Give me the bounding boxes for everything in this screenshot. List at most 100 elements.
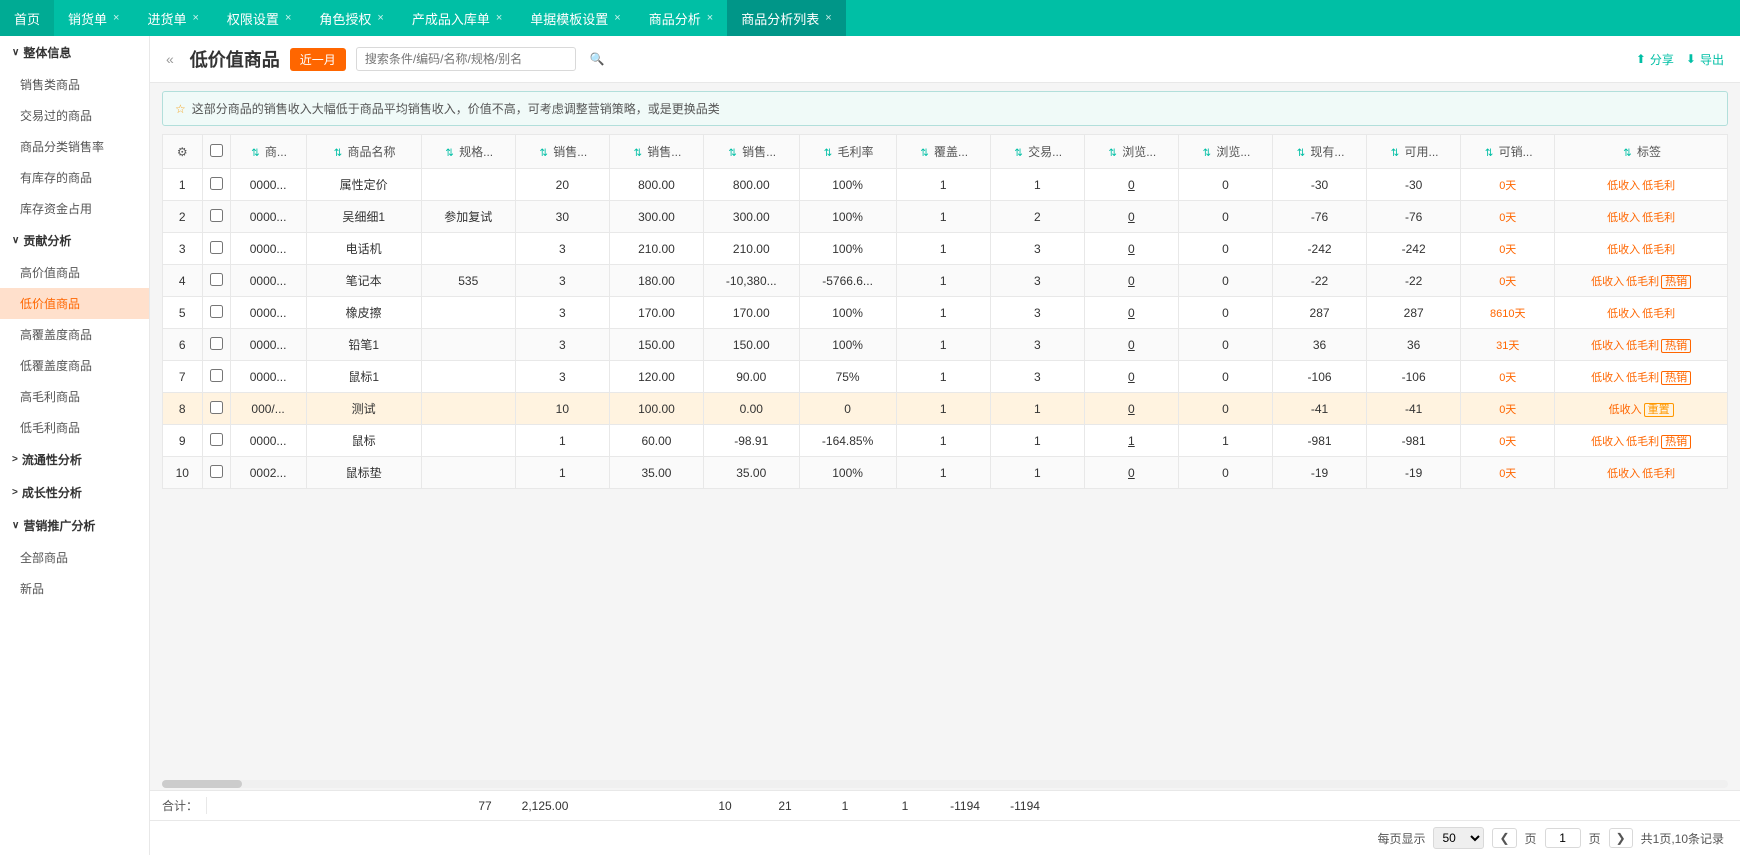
sidebar-item-交易过的商品[interactable]: 交易过的商品 xyxy=(0,100,149,131)
sidebar-item-低毛利商品[interactable]: 低毛利商品 xyxy=(0,412,149,443)
nav-item-商品分析列表[interactable]: 商品分析列表× xyxy=(727,0,845,36)
sort-icon[interactable]: ⇅ xyxy=(1485,148,1493,159)
nav-close-icon[interactable]: × xyxy=(377,12,383,24)
page-size-select[interactable]: 102050100 xyxy=(1433,827,1484,849)
sidebar-item-低覆盖度商品[interactable]: 低覆盖度商品 xyxy=(0,350,149,381)
row-checkbox[interactable] xyxy=(210,241,223,254)
sort-icon[interactable]: ⇅ xyxy=(920,148,928,159)
sidebar-item-高毛利商品[interactable]: 高毛利商品 xyxy=(0,381,149,412)
col-header-name[interactable]: ⇅ 商品名称 xyxy=(306,135,421,169)
sidebar-section-流通性分析[interactable]: >流通性分析 xyxy=(0,443,149,476)
sidebar-item-高价值商品[interactable]: 高价值商品 xyxy=(0,257,149,288)
sidebar-item-商品分类销售率[interactable]: 商品分类销售率 xyxy=(0,131,149,162)
sidebar-item-新品[interactable]: 新品 xyxy=(0,573,149,604)
col-header-view2[interactable]: ⇅ 浏览... xyxy=(1178,135,1272,169)
col-header-view1[interactable]: ⇅ 浏览... xyxy=(1084,135,1178,169)
row-checkbox[interactable] xyxy=(210,337,223,350)
nav-item-商品分析[interactable]: 商品分析× xyxy=(635,0,727,36)
col-header-tags[interactable]: ⇅ 标签 xyxy=(1555,135,1728,169)
nav-close-icon[interactable]: × xyxy=(614,12,620,24)
nav-close-icon[interactable]: × xyxy=(496,12,502,24)
row-checkbox[interactable] xyxy=(210,369,223,382)
nav-item-角色授权[interactable]: 角色授权× xyxy=(305,0,397,36)
row-checkbox[interactable] xyxy=(210,401,223,414)
scrollbar-thumb[interactable] xyxy=(162,780,242,788)
nav-item-权限设置[interactable]: 权限设置× xyxy=(213,0,305,36)
share-button[interactable]: ⬆ 分享 xyxy=(1636,51,1674,68)
col-header-qty[interactable]: ⇅ 销售... xyxy=(515,135,609,169)
col-header-spec[interactable]: ⇅ 规格... xyxy=(421,135,515,169)
nav-close-icon[interactable]: × xyxy=(707,12,713,24)
col-header-settings[interactable]: ⚙ xyxy=(163,135,203,169)
col-header-sellable[interactable]: ⇅ 可销... xyxy=(1461,135,1555,169)
sort-icon[interactable]: ⇅ xyxy=(251,148,259,159)
col-header-available[interactable]: ⇅ 可用... xyxy=(1367,135,1461,169)
sort-icon[interactable]: ⇅ xyxy=(1014,148,1022,159)
sidebar-section-贡献分析[interactable]: ∨贡献分析 xyxy=(0,224,149,257)
row-checkbox-cell[interactable] xyxy=(202,457,230,489)
col-header-sale_amount[interactable]: ⇅ 销售... xyxy=(609,135,703,169)
filter-button[interactable]: 近一月 xyxy=(290,48,346,71)
sort-icon[interactable]: ⇅ xyxy=(1109,148,1117,159)
col-header-stock[interactable]: ⇅ 现有... xyxy=(1273,135,1367,169)
col-header-checkbox[interactable] xyxy=(202,135,230,169)
row-checkbox-cell[interactable] xyxy=(202,233,230,265)
sort-icon[interactable]: ⇅ xyxy=(445,148,453,159)
row-checkbox-cell[interactable] xyxy=(202,361,230,393)
nav-item-销货单[interactable]: 销货单× xyxy=(54,0,133,36)
row-checkbox[interactable] xyxy=(210,305,223,318)
sort-icon[interactable]: ⇅ xyxy=(1297,148,1305,159)
nav-item-首页[interactable]: 首页 xyxy=(0,0,54,36)
sidebar-item-高覆盖度商品[interactable]: 高覆盖度商品 xyxy=(0,319,149,350)
settings-icon[interactable]: ⚙ xyxy=(177,145,188,159)
col-header-code[interactable]: ⇅ 商... xyxy=(230,135,306,169)
search-input[interactable] xyxy=(356,47,576,71)
sort-icon[interactable]: ⇅ xyxy=(1203,148,1211,159)
sidebar-section-营销推广分析[interactable]: ∨营销推广分析 xyxy=(0,509,149,542)
sidebar-section-成长性分析[interactable]: >成长性分析 xyxy=(0,476,149,509)
sidebar-item-库存资金占用[interactable]: 库存资金占用 xyxy=(0,193,149,224)
row-checkbox-cell[interactable] xyxy=(202,425,230,457)
nav-item-单据模板设置[interactable]: 单据模板设置× xyxy=(516,0,634,36)
nav-close-icon[interactable]: × xyxy=(825,12,831,24)
collapse-button[interactable]: « xyxy=(166,51,174,67)
row-checkbox[interactable] xyxy=(210,273,223,286)
row-checkbox[interactable] xyxy=(210,209,223,222)
row-checkbox[interactable] xyxy=(210,465,223,478)
sidebar-item-有库存的商品[interactable]: 有库存的商品 xyxy=(0,162,149,193)
next-page-button[interactable]: ❯ xyxy=(1609,828,1633,848)
scrollbar-track[interactable] xyxy=(162,780,1728,788)
row-checkbox-cell[interactable] xyxy=(202,169,230,201)
export-button[interactable]: ⬇ 导出 xyxy=(1686,51,1724,68)
sidebar-item-低价值商品[interactable]: 低价值商品 xyxy=(0,288,149,319)
nav-item-进货单[interactable]: 进货单× xyxy=(133,0,212,36)
sort-icon[interactable]: ⇅ xyxy=(728,148,736,159)
sidebar-section-整体信息[interactable]: ∨整体信息 xyxy=(0,36,149,69)
row-checkbox-cell[interactable] xyxy=(202,393,230,425)
sort-icon[interactable]: ⇅ xyxy=(824,148,832,159)
row-checkbox-cell[interactable] xyxy=(202,265,230,297)
page-number-input[interactable] xyxy=(1545,828,1581,848)
col-header-coverage[interactable]: ⇅ 覆盖... xyxy=(896,135,990,169)
sort-icon[interactable]: ⇅ xyxy=(1391,148,1399,159)
nav-close-icon[interactable]: × xyxy=(285,12,291,24)
sort-icon[interactable]: ⇅ xyxy=(539,148,547,159)
sort-icon[interactable]: ⇅ xyxy=(1623,148,1631,159)
select-all-checkbox[interactable] xyxy=(210,144,223,157)
col-header-sale_cost[interactable]: ⇅ 销售... xyxy=(704,135,800,169)
nav-close-icon[interactable]: × xyxy=(192,12,198,24)
col-header-trade[interactable]: ⇅ 交易... xyxy=(990,135,1084,169)
row-checkbox-cell[interactable] xyxy=(202,297,230,329)
nav-item-产成品入库单[interactable]: 产成品入库单× xyxy=(398,0,516,36)
row-checkbox[interactable] xyxy=(210,433,223,446)
row-checkbox-cell[interactable] xyxy=(202,329,230,361)
row-checkbox[interactable] xyxy=(210,177,223,190)
sort-icon[interactable]: ⇅ xyxy=(334,148,342,159)
sidebar-item-全部商品[interactable]: 全部商品 xyxy=(0,542,149,573)
first-page-button[interactable]: ❮ xyxy=(1492,828,1516,848)
col-header-margin[interactable]: ⇅ 毛利率 xyxy=(799,135,896,169)
nav-close-icon[interactable]: × xyxy=(113,12,119,24)
row-checkbox-cell[interactable] xyxy=(202,201,230,233)
sort-icon[interactable]: ⇅ xyxy=(634,148,642,159)
search-icon[interactable]: 🔍 xyxy=(590,52,605,66)
